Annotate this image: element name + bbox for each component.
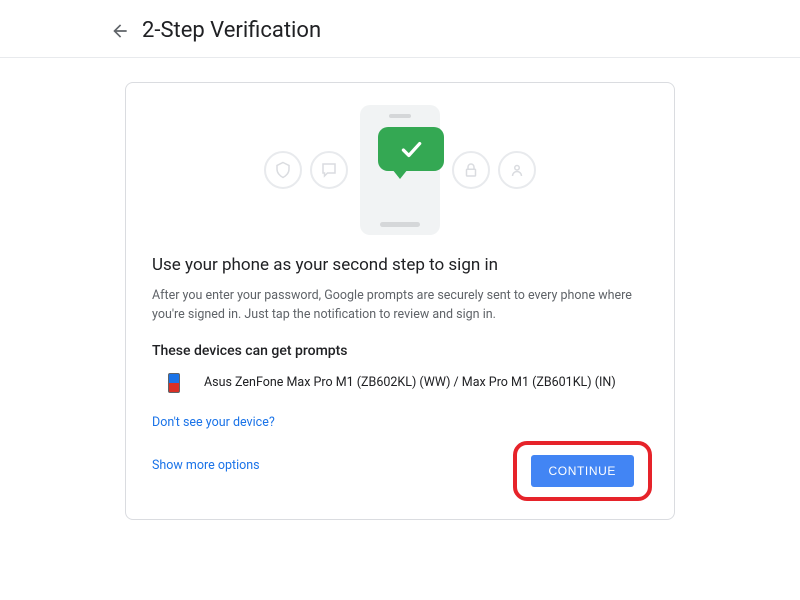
speech-icon xyxy=(310,151,348,189)
checkmark-bubble-icon xyxy=(378,127,444,171)
continue-button[interactable]: Continue xyxy=(531,455,634,487)
continue-highlight: Continue xyxy=(513,441,652,501)
phone-device-icon xyxy=(168,373,180,393)
no-device-link[interactable]: Don't see your device? xyxy=(152,415,275,430)
lock-icon xyxy=(452,151,490,189)
main-card: Use your phone as your second step to si… xyxy=(125,82,675,520)
back-arrow-icon[interactable] xyxy=(110,21,130,41)
person-icon xyxy=(498,151,536,189)
step-illustration xyxy=(152,105,648,235)
shield-icon xyxy=(264,151,302,189)
card-description: After you enter your password, Google pr… xyxy=(152,287,648,325)
page-title: 2-Step Verification xyxy=(142,18,321,43)
devices-heading: These devices can get prompts xyxy=(152,343,648,359)
phone-illustration xyxy=(360,105,440,235)
page-header: 2-Step Verification xyxy=(0,0,800,58)
show-more-options-link[interactable]: Show more options xyxy=(152,458,260,473)
device-name: Asus ZenFone Max Pro M1 (ZB602KL) (WW) /… xyxy=(204,375,616,390)
device-row: Asus ZenFone Max Pro M1 (ZB602KL) (WW) /… xyxy=(152,373,648,393)
card-heading: Use your phone as your second step to si… xyxy=(152,255,648,275)
